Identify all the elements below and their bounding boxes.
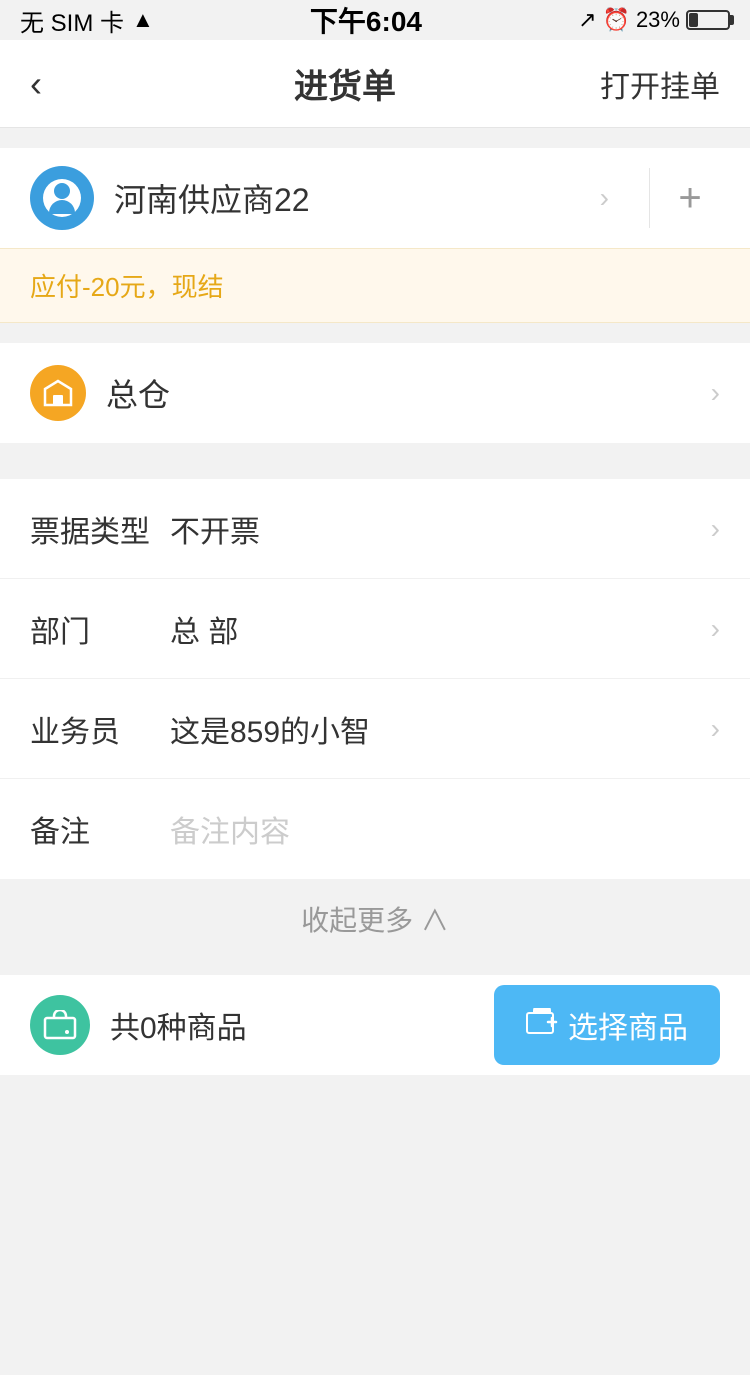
alarm-icon: ⏰ [603, 7, 630, 33]
department-chevron-icon: › [711, 613, 720, 645]
select-product-button[interactable]: 选择商品 [494, 985, 720, 1065]
battery-percent: 23% [636, 7, 680, 33]
status-carrier: 无 SIM 卡 ▲ [20, 3, 154, 38]
product-icon [30, 995, 90, 1055]
invoice-type-label: 票据类型 [30, 507, 170, 551]
divider-1 [0, 128, 750, 148]
collapse-label: 收起更多 ∧ [301, 899, 449, 939]
page-title: 进货单 [294, 59, 396, 108]
avatar-image [43, 179, 81, 217]
carrier-text: 无 SIM 卡 [20, 3, 124, 38]
bottom-bar: 共0种商品 选择商品 [0, 975, 750, 1075]
remark-input[interactable]: 备注内容 [170, 807, 720, 851]
department-label: 部门 [30, 607, 170, 651]
bottom-grey-area [0, 1075, 750, 1375]
form-section: 票据类型 不开票 › 部门 总 部 › 业务员 这是859的小智 › 备注 备注… [0, 479, 750, 879]
supplier-chevron-icon: › [600, 182, 609, 214]
divider-3 [0, 443, 750, 463]
salesperson-value: 这是859的小智 [170, 707, 711, 751]
wifi-icon: ▲ [132, 7, 154, 33]
salesperson-chevron-icon: › [711, 713, 720, 745]
supplier-section: 河南供应商22 › + 应付-20元，现结 [0, 148, 750, 323]
status-time: 下午6:04 [310, 0, 422, 40]
warehouse-name: 总仓 [106, 370, 711, 416]
location-icon: ↗ [578, 7, 596, 33]
department-row[interactable]: 部门 总 部 › [0, 579, 750, 679]
invoice-type-row[interactable]: 票据类型 不开票 › [0, 479, 750, 579]
supplier-avatar [30, 166, 94, 230]
add-supplier-button[interactable]: + [660, 168, 720, 228]
divider-2 [0, 323, 750, 343]
salesperson-row[interactable]: 业务员 这是859的小智 › [0, 679, 750, 779]
collapse-button[interactable]: 收起更多 ∧ [0, 879, 750, 959]
supplier-name: 河南供应商22 [114, 175, 600, 221]
nav-bar: ‹ 进货单 打开挂单 [0, 40, 750, 128]
select-product-label: 选择商品 [568, 1003, 688, 1047]
salesperson-label: 业务员 [30, 707, 170, 751]
warehouse-row[interactable]: 总仓 › [0, 343, 750, 443]
notice-bar: 应付-20元，现结 [0, 248, 750, 323]
select-btn-icon [526, 1008, 558, 1043]
warehouse-section: 总仓 › [0, 343, 750, 443]
warehouse-icon [30, 365, 86, 421]
supplier-divider [649, 168, 650, 228]
department-value: 总 部 [170, 607, 711, 651]
supplier-row[interactable]: 河南供应商22 › + [0, 148, 750, 248]
remark-row[interactable]: 备注 备注内容 [0, 779, 750, 879]
remark-label: 备注 [30, 807, 170, 851]
back-button[interactable]: ‹ [30, 63, 90, 105]
notice-text: 应付-20元，现结 [30, 272, 224, 302]
invoice-chevron-icon: › [711, 513, 720, 545]
open-pending-button[interactable]: 打开挂单 [600, 62, 720, 106]
warehouse-chevron-icon: › [711, 377, 720, 409]
product-count: 共0种商品 [110, 1003, 494, 1047]
status-right: ↗ ⏰ 23% [578, 7, 730, 33]
invoice-type-value: 不开票 [170, 507, 711, 551]
battery-icon [686, 10, 730, 30]
status-bar: 无 SIM 卡 ▲ 下午6:04 ↗ ⏰ 23% [0, 0, 750, 40]
plus-icon: + [678, 176, 701, 221]
